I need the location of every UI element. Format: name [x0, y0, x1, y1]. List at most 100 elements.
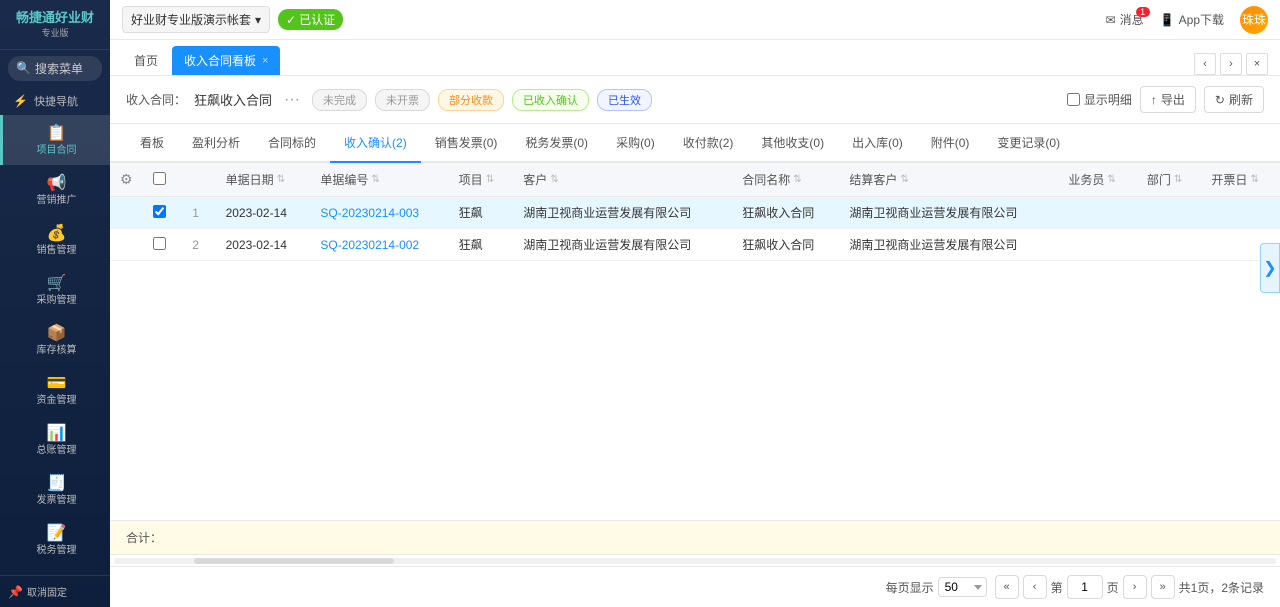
check-icon: ✓: [286, 13, 296, 27]
sidebar-item-invoice[interactable]: 🧾 发票管理: [0, 465, 110, 515]
th-check-all[interactable]: [143, 163, 176, 197]
th-date[interactable]: 单据日期 ⇅: [216, 163, 311, 197]
contract-more-button[interactable]: ···: [280, 91, 304, 109]
table-row[interactable]: 1 2023-02-14 SQ-20230214-003 狂飙 湖南卫视商业运营…: [110, 197, 1280, 229]
sort-dept-icon[interactable]: ⇅: [1174, 174, 1182, 185]
sidebar-item-tax[interactable]: 📝 税务管理: [0, 515, 110, 565]
sub-tab-sales-invoice[interactable]: 销售发票(0): [421, 124, 512, 163]
td-customer-2: 湖南卫视商业运营发展有限公司: [513, 229, 732, 261]
sub-tab-subject[interactable]: 合同标的: [254, 124, 330, 163]
sub-tab-other[interactable]: 其他收支(0): [747, 124, 838, 163]
tab-prev-button[interactable]: ‹: [1194, 53, 1216, 75]
sub-tab-purchase[interactable]: 采购(0): [602, 124, 669, 163]
bill-no-link-1[interactable]: SQ-20230214-003: [320, 206, 419, 220]
th-contract-label: 合同名称: [742, 171, 790, 188]
td-bill-no-2[interactable]: SQ-20230214-002: [310, 229, 448, 261]
scrollbar-track: [114, 558, 1276, 564]
row-check-2[interactable]: [153, 237, 166, 250]
td-bill-no-1[interactable]: SQ-20230214-003: [310, 197, 448, 229]
message-button[interactable]: ✉ 消息 1: [1106, 11, 1144, 28]
status-tag-confirmed[interactable]: 已收入确认: [512, 89, 589, 111]
td-dept-1: [1137, 197, 1202, 229]
company-selector[interactable]: 好业财专业版演示帐套 ▾: [122, 6, 270, 33]
th-salesman[interactable]: 业务员 ⇅: [1058, 163, 1137, 197]
prev-page-button[interactable]: ‹: [1023, 575, 1047, 599]
horizontal-scrollbar[interactable]: [110, 554, 1280, 566]
bill-no-link-2[interactable]: SQ-20230214-002: [320, 238, 419, 252]
sub-tab-profit[interactable]: 盈利分析: [178, 124, 254, 163]
tab-contract-board[interactable]: 收入合同看板 ×: [172, 46, 280, 75]
next-page-button[interactable]: ›: [1123, 575, 1147, 599]
row-check-1[interactable]: [153, 205, 166, 218]
status-tag-partial[interactable]: 部分收款: [438, 89, 504, 111]
show-detail-checkbox[interactable]: 显示明细: [1067, 91, 1132, 108]
sub-tab-revenue[interactable]: 收入确认(2): [330, 124, 421, 163]
th-settings[interactable]: ⚙: [110, 163, 143, 197]
td-check-2[interactable]: [143, 229, 176, 261]
scrollbar-thumb[interactable]: [194, 558, 394, 564]
app-download-button[interactable]: 📱 App下载: [1160, 11, 1224, 28]
sub-tab-tax-invoice[interactable]: 税务发票(0): [511, 124, 602, 163]
export-button[interactable]: ↑ 导出: [1140, 86, 1196, 113]
sidebar-item-inventory[interactable]: 📦 库存核算: [0, 315, 110, 365]
sidebar-item-project[interactable]: 📋 项目合同: [0, 115, 110, 165]
th-settle[interactable]: 结算客户 ⇅: [839, 163, 1058, 197]
sort-settle-icon[interactable]: ⇅: [900, 174, 908, 185]
tabbar: 首页 收入合同看板 × ‹ › ×: [110, 40, 1280, 76]
sidebar-item-label: 营销推广: [37, 195, 77, 207]
td-no-2: 2: [176, 229, 216, 261]
sub-tab-attachment[interactable]: 附件(0): [917, 124, 984, 163]
sort-project-icon[interactable]: ⇅: [486, 174, 494, 185]
tab-next-button[interactable]: ›: [1220, 53, 1242, 75]
th-bill-date[interactable]: 开票日 ⇅: [1201, 163, 1280, 197]
show-detail-input[interactable]: [1067, 93, 1080, 106]
sidebar-item-sales[interactable]: 💰 销售管理: [0, 215, 110, 265]
td-check-1[interactable]: [143, 197, 176, 229]
sidebar-item-marketing[interactable]: 📢 营销推广: [0, 165, 110, 215]
status-tag-effective[interactable]: 已生效: [597, 89, 652, 111]
sub-tab-warehouse[interactable]: 出入库(0): [838, 124, 917, 163]
settings-icon[interactable]: ⚙: [120, 171, 133, 187]
sidebar-item-capital[interactable]: 💳 资金管理: [0, 365, 110, 415]
refresh-button[interactable]: ↻ 刷新: [1204, 86, 1264, 113]
per-page-label: 每页显示: [886, 579, 934, 596]
sort-date-icon[interactable]: ⇅: [277, 174, 285, 185]
page-number-input[interactable]: [1067, 575, 1103, 599]
page-label-end: 页: [1107, 579, 1119, 596]
th-dept[interactable]: 部门 ⇅: [1137, 163, 1202, 197]
sidebar-unpin[interactable]: 📌 取消固定: [0, 575, 110, 607]
page-size-select[interactable]: 20 50 100: [938, 577, 987, 597]
check-all-input[interactable]: [153, 172, 166, 185]
th-bill-no[interactable]: 单据编号 ⇅: [310, 163, 448, 197]
user-avatar[interactable]: 珠珠: [1240, 6, 1268, 34]
sub-tab-payment[interactable]: 收付款(2): [669, 124, 748, 163]
sidebar-item-purchase[interactable]: 🛒 采购管理: [0, 265, 110, 315]
th-project[interactable]: 项目 ⇅: [449, 163, 514, 197]
th-contract[interactable]: 合同名称 ⇅: [732, 163, 839, 197]
sidebar-item-asset[interactable]: 🏢 固定资产: [0, 565, 110, 575]
sort-bill-date-icon[interactable]: ⇅: [1250, 174, 1258, 185]
sub-tab-changes[interactable]: 变更记录(0): [983, 124, 1074, 163]
table-row[interactable]: 2 2023-02-14 SQ-20230214-002 狂飙 湖南卫视商业运营…: [110, 229, 1280, 261]
sub-tab-board[interactable]: 看板: [126, 124, 178, 163]
tab-close-button[interactable]: ×: [262, 55, 268, 67]
th-customer[interactable]: 客户 ⇅: [513, 163, 732, 197]
tab-close-all-button[interactable]: ×: [1246, 53, 1268, 75]
last-page-button[interactable]: »: [1151, 575, 1175, 599]
td-project-2: 狂飙: [449, 229, 514, 261]
tab-home[interactable]: 首页: [122, 46, 170, 75]
sidebar-item-quick-nav[interactable]: ⚡ 快捷导航: [0, 87, 110, 115]
status-tag-incomplete[interactable]: 未完成: [312, 89, 367, 111]
first-page-button[interactable]: «: [995, 575, 1019, 599]
status-tag-no-invoice[interactable]: 未开票: [375, 89, 430, 111]
sort-salesman-icon[interactable]: ⇅: [1107, 174, 1115, 185]
sort-customer-icon[interactable]: ⇅: [550, 174, 558, 185]
sidebar-item-general[interactable]: 📊 总账管理: [0, 415, 110, 465]
floating-expand-button[interactable]: ❯: [1260, 243, 1280, 293]
logo-text: 畅捷通好业财: [16, 10, 94, 26]
show-detail-label: 显示明细: [1084, 91, 1132, 108]
search-menu-button[interactable]: 🔍 搜索菜单: [8, 56, 102, 81]
sort-bill-no-icon[interactable]: ⇅: [371, 174, 379, 185]
sort-contract-icon[interactable]: ⇅: [793, 174, 801, 185]
home-label: 首页: [134, 54, 158, 68]
